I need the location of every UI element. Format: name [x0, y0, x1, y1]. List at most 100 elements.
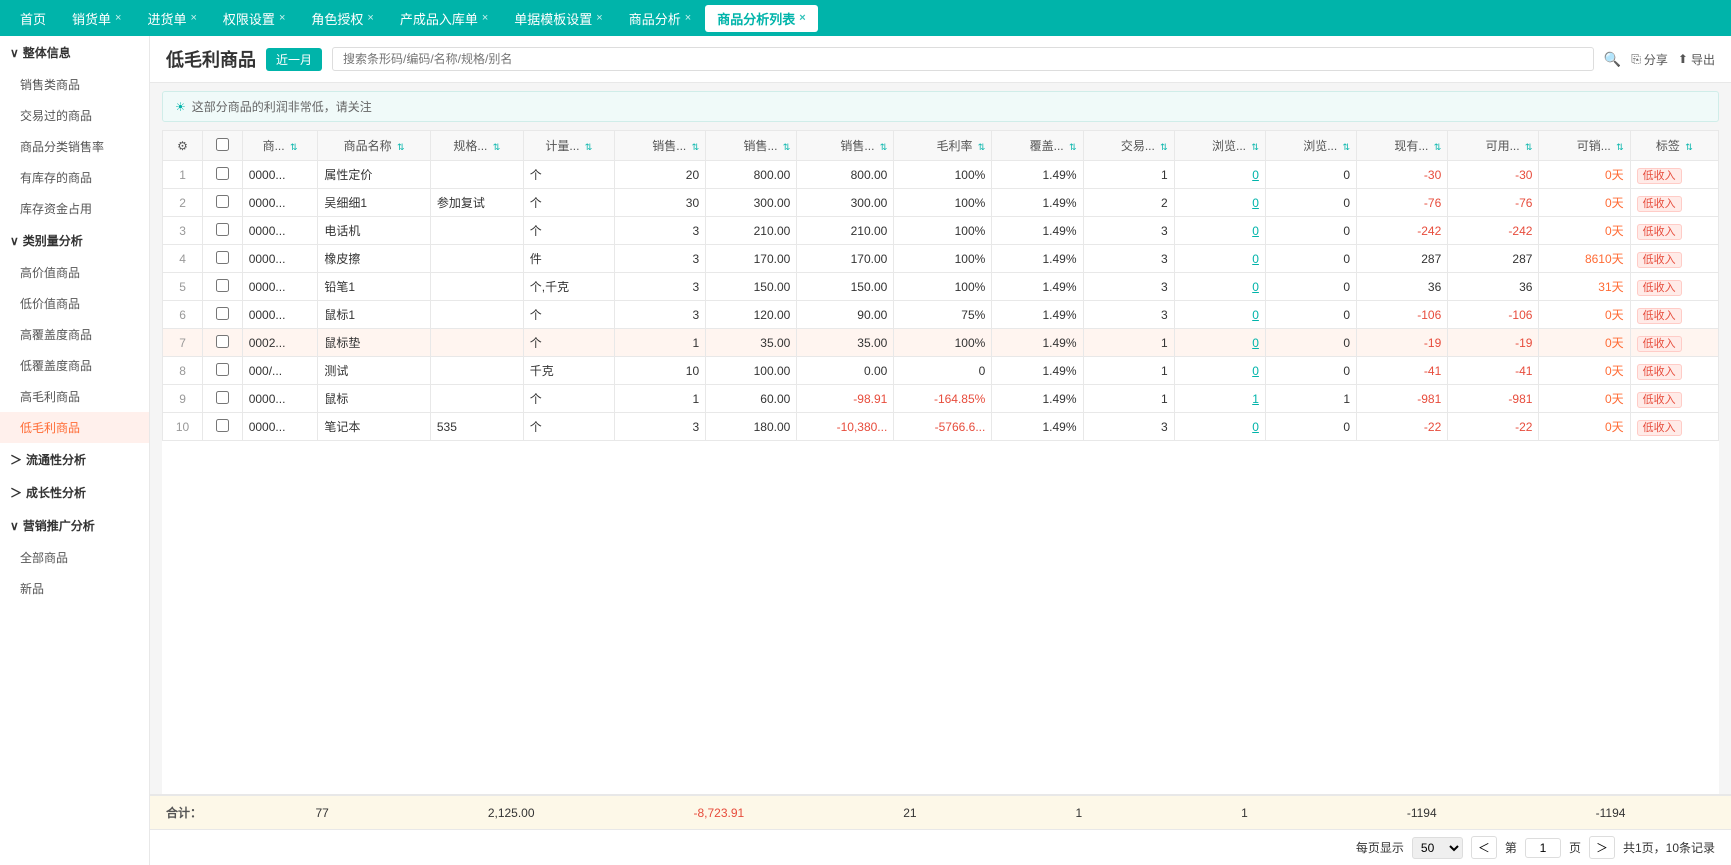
view1-link[interactable]: 0 — [1252, 364, 1259, 378]
row-select-checkbox[interactable] — [216, 307, 229, 320]
sidebar-item-low-margin[interactable]: 低毛利商品 — [0, 412, 149, 443]
row-view1[interactable]: 0 — [1174, 329, 1265, 357]
row-view1[interactable]: 0 — [1174, 273, 1265, 301]
row-select-checkbox[interactable] — [216, 335, 229, 348]
sidebar-item-traded-products[interactable]: 交易过的商品 — [0, 100, 149, 131]
row-settings[interactable]: 6 — [163, 301, 203, 329]
next-page-button[interactable]: ＞ — [1589, 836, 1615, 859]
row-checkbox[interactable] — [203, 301, 243, 329]
row-view1[interactable]: 0 — [1174, 245, 1265, 273]
sidebar-item-low-coverage[interactable]: 低覆盖度商品 — [0, 350, 149, 381]
row-checkbox[interactable] — [203, 357, 243, 385]
search-icon[interactable]: 🔍 — [1604, 51, 1621, 68]
search-input[interactable] — [332, 47, 1594, 71]
row-view1[interactable]: 0 — [1174, 301, 1265, 329]
page-size-select[interactable]: 50 100 200 — [1412, 837, 1463, 859]
view1-link[interactable]: 0 — [1252, 308, 1259, 322]
col-trade[interactable]: 交易... ⇅ — [1083, 131, 1174, 161]
col-view2[interactable]: 浏览... ⇅ — [1265, 131, 1356, 161]
nav-close-icon[interactable]: × — [685, 12, 691, 24]
row-settings[interactable]: 5 — [163, 273, 203, 301]
sidebar-group-marketing[interactable]: ∨ 营销推广分析 — [0, 509, 149, 542]
sidebar-item-stock-capital[interactable]: 库存资金占用 — [0, 193, 149, 224]
row-checkbox[interactable] — [203, 245, 243, 273]
row-view1[interactable]: 0 — [1174, 161, 1265, 189]
sidebar-item-stock-products[interactable]: 有库存的商品 — [0, 162, 149, 193]
col-saleable[interactable]: 可销... ⇅ — [1539, 131, 1630, 161]
col-sale-price[interactable]: 销售... ⇅ — [706, 131, 797, 161]
col-unit[interactable]: 计量... ⇅ — [523, 131, 614, 161]
row-view1[interactable]: 1 — [1174, 385, 1265, 413]
sidebar-group-liquidity[interactable]: ＞ 流通性分析 — [0, 443, 149, 476]
col-checkbox[interactable] — [203, 131, 243, 161]
col-tag[interactable]: 标签 ⇅ — [1630, 131, 1718, 161]
row-select-checkbox[interactable] — [216, 167, 229, 180]
row-select-checkbox[interactable] — [216, 251, 229, 264]
row-checkbox[interactable] — [203, 413, 243, 441]
data-table-wrapper[interactable]: ⚙ 商... ⇅ 商品名称 ⇅ 规格... ⇅ 计量... ⇅ 销售... ⇅ … — [162, 130, 1719, 794]
nav-home[interactable]: 首页 — [8, 5, 58, 32]
nav-product-analysis[interactable]: 商品分析 × — [617, 5, 703, 32]
col-gross-rate[interactable]: 毛利率 ⇅ — [894, 131, 992, 161]
row-checkbox[interactable] — [203, 217, 243, 245]
nav-purchase-order[interactable]: 进货单 × — [135, 5, 208, 32]
row-view1[interactable]: 0 — [1174, 413, 1265, 441]
col-spec[interactable]: 规格... ⇅ — [430, 131, 523, 161]
row-settings[interactable]: 10 — [163, 413, 203, 441]
nav-role-auth[interactable]: 角色授权 × — [299, 5, 385, 32]
row-select-checkbox[interactable] — [216, 419, 229, 432]
row-checkbox[interactable] — [203, 385, 243, 413]
row-view1[interactable]: 0 — [1174, 217, 1265, 245]
row-settings[interactable]: 4 — [163, 245, 203, 273]
nav-close-icon[interactable]: × — [115, 12, 121, 24]
row-view1[interactable]: 0 — [1174, 357, 1265, 385]
col-sale-amount[interactable]: 销售... ⇅ — [797, 131, 894, 161]
nav-close-icon[interactable]: × — [367, 12, 373, 24]
row-select-checkbox[interactable] — [216, 391, 229, 404]
row-settings[interactable]: 1 — [163, 161, 203, 189]
sidebar-group-growth[interactable]: ＞ 成长性分析 — [0, 476, 149, 509]
share-button[interactable]: ⎘ 分享 — [1631, 51, 1668, 68]
sidebar-item-new-products[interactable]: 新品 — [0, 573, 149, 604]
sidebar-item-high-coverage[interactable]: 高覆盖度商品 — [0, 319, 149, 350]
select-all-checkbox[interactable] — [216, 138, 229, 151]
nav-product-analysis-list[interactable]: 商品分析列表 × — [705, 5, 817, 32]
row-checkbox[interactable] — [203, 273, 243, 301]
row-settings[interactable]: 8 — [163, 357, 203, 385]
col-coverage[interactable]: 覆盖... ⇅ — [992, 131, 1083, 161]
view1-link[interactable]: 0 — [1252, 224, 1259, 238]
nav-close-icon[interactable]: × — [482, 12, 488, 24]
nav-close-icon[interactable]: × — [799, 12, 805, 24]
row-checkbox[interactable] — [203, 161, 243, 189]
sidebar-item-high-value[interactable]: 高价值商品 — [0, 257, 149, 288]
col-name[interactable]: 商品名称 ⇅ — [318, 131, 431, 161]
row-settings[interactable]: 3 — [163, 217, 203, 245]
view1-link[interactable]: 1 — [1252, 392, 1259, 406]
col-current[interactable]: 现有... ⇅ — [1357, 131, 1448, 161]
view1-link[interactable]: 0 — [1252, 420, 1259, 434]
view1-link[interactable]: 0 — [1252, 168, 1259, 182]
nav-sales-order[interactable]: 销货单 × — [60, 5, 133, 32]
nav-close-icon[interactable]: × — [596, 12, 602, 24]
sidebar-item-all-products[interactable]: 全部商品 — [0, 542, 149, 573]
view1-link[interactable]: 0 — [1252, 280, 1259, 294]
nav-close-icon[interactable]: × — [279, 12, 285, 24]
nav-permissions[interactable]: 权限设置 × — [211, 5, 297, 32]
row-select-checkbox[interactable] — [216, 363, 229, 376]
sidebar-group-category[interactable]: ∨ 类别量分析 — [0, 224, 149, 257]
row-select-checkbox[interactable] — [216, 279, 229, 292]
view1-link[interactable]: 0 — [1252, 196, 1259, 210]
row-settings[interactable]: 9 — [163, 385, 203, 413]
row-select-checkbox[interactable] — [216, 195, 229, 208]
row-settings[interactable]: 2 — [163, 189, 203, 217]
col-view1[interactable]: 浏览... ⇅ — [1174, 131, 1265, 161]
row-checkbox[interactable] — [203, 189, 243, 217]
sidebar-group-overall[interactable]: ∨ 整体信息 — [0, 36, 149, 69]
sidebar-item-low-value[interactable]: 低价值商品 — [0, 288, 149, 319]
view1-link[interactable]: 0 — [1252, 336, 1259, 350]
nav-template[interactable]: 单据模板设置 × — [502, 5, 614, 32]
col-usable[interactable]: 可用... ⇅ — [1448, 131, 1539, 161]
prev-page-button[interactable]: ＜ — [1471, 836, 1497, 859]
view1-link[interactable]: 0 — [1252, 252, 1259, 266]
sidebar-item-high-margin[interactable]: 高毛利商品 — [0, 381, 149, 412]
